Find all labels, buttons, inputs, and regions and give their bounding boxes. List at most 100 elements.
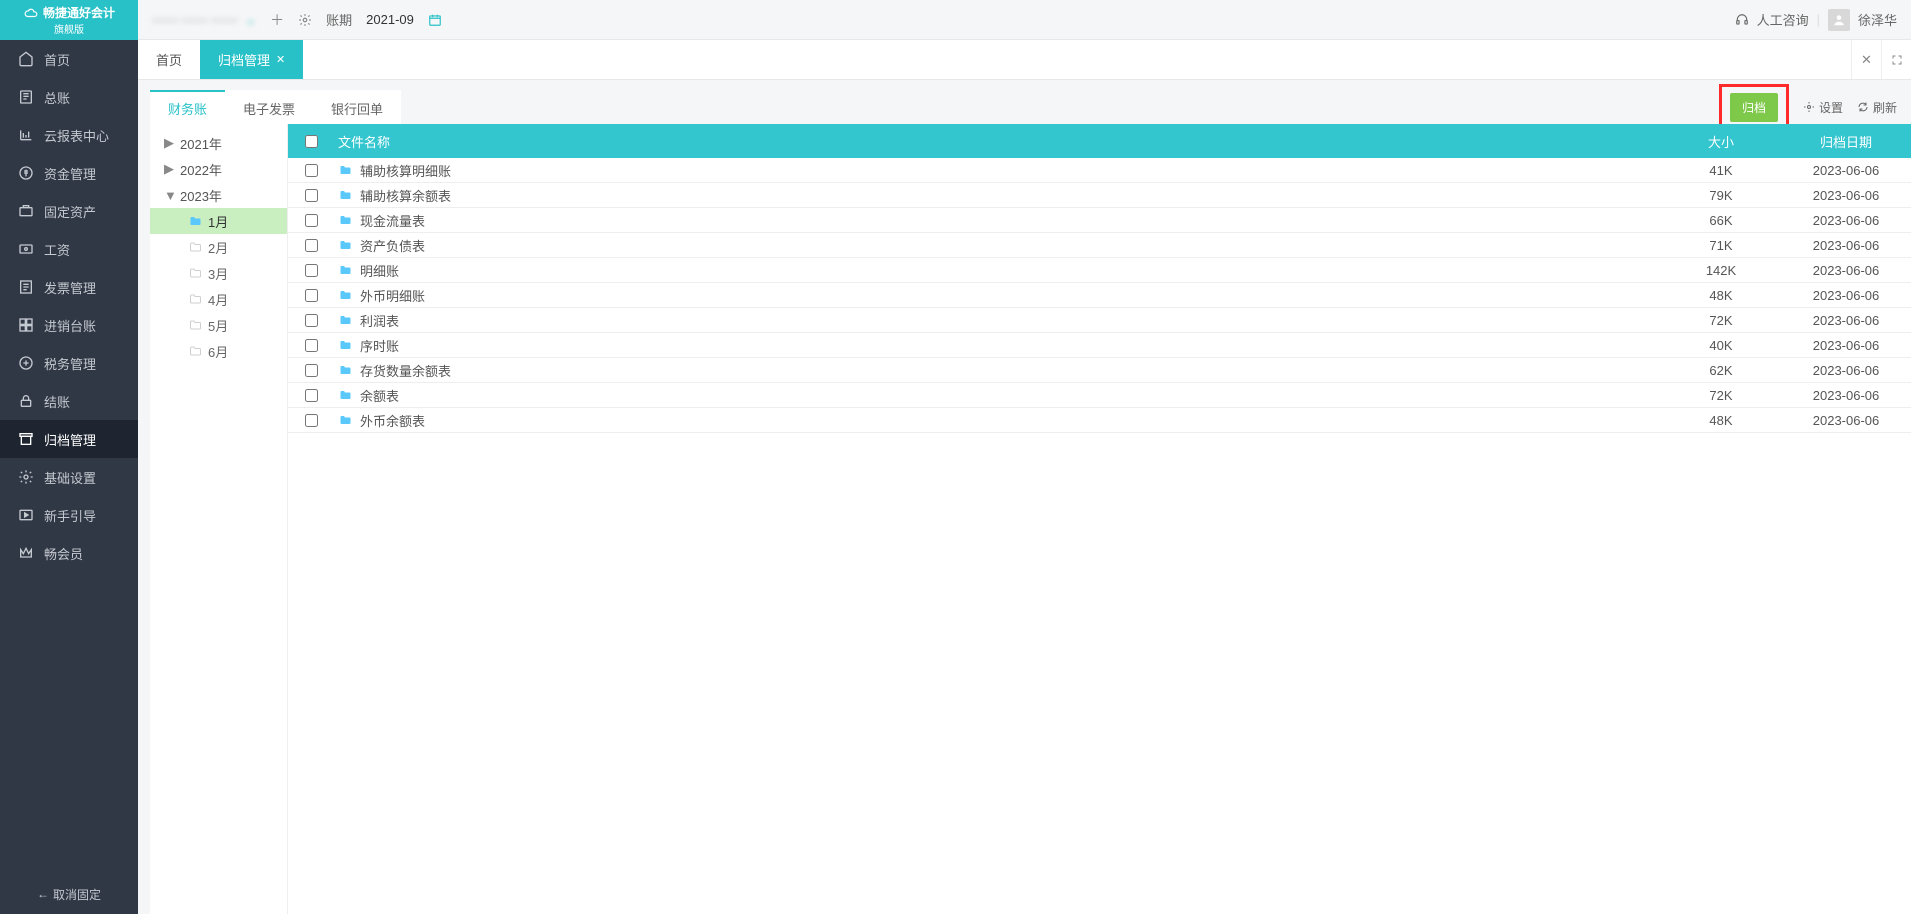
file-date: 2023-06-06 — [1781, 288, 1911, 303]
sidebar-item-inventory[interactable]: 进销台账 — [0, 306, 138, 344]
lock-icon — [18, 393, 34, 409]
file-date: 2023-06-06 — [1781, 313, 1911, 328]
tree-year-label: 2023年 — [180, 186, 222, 205]
file-size: 72K — [1661, 388, 1781, 403]
sidebar-item-ledger[interactable]: 总账 — [0, 78, 138, 116]
sidebar-item-close[interactable]: 结账 — [0, 382, 138, 420]
sidebar-item-label: 归档管理 — [44, 430, 96, 449]
sidebar-item-home[interactable]: 首页 — [0, 40, 138, 78]
tax-icon — [18, 355, 34, 371]
row-checkbox[interactable] — [305, 189, 318, 202]
row-checkbox[interactable] — [305, 414, 318, 427]
sidebar-unpin[interactable]: ← 取消固定 — [0, 874, 138, 914]
tab-archive[interactable]: 归档管理✕ — [200, 40, 303, 79]
avatar[interactable] — [1828, 9, 1850, 31]
tree-month-6[interactable]: 6月 — [150, 338, 287, 364]
username[interactable]: 徐泽华 — [1858, 10, 1897, 29]
refresh-icon — [1857, 101, 1869, 113]
subtab-einvoice[interactable]: 电子发票 — [225, 90, 313, 124]
tree-month-5[interactable]: 5月 — [150, 312, 287, 338]
table-row[interactable]: 辅助核算明细账41K2023-06-06 — [288, 158, 1911, 183]
archive-button[interactable]: 归档 — [1730, 93, 1778, 122]
row-checkbox[interactable] — [305, 289, 318, 302]
org-selector[interactable]: —— —— —— ⌄ — [152, 12, 256, 28]
table-row[interactable]: 存货数量余额表62K2023-06-06 — [288, 358, 1911, 383]
brand-logo[interactable]: 畅捷通好会计 旗舰版 — [0, 0, 138, 40]
file-date: 2023-06-06 — [1781, 188, 1911, 203]
row-checkbox[interactable] — [305, 339, 318, 352]
table-row[interactable]: 明细账142K2023-06-06 — [288, 258, 1911, 283]
home-icon — [18, 51, 34, 67]
close-icon[interactable]: ✕ — [276, 53, 285, 66]
gear-icon[interactable] — [298, 13, 312, 27]
row-checkbox[interactable] — [305, 239, 318, 252]
file-size: 72K — [1661, 313, 1781, 328]
select-all-checkbox[interactable] — [305, 135, 318, 148]
sidebar-item-label: 固定资产 — [44, 202, 96, 221]
sidebar-item-salary[interactable]: 工资 — [0, 230, 138, 268]
table-header: 文件名称 大小 归档日期 — [288, 124, 1911, 158]
sidebar-item-archive[interactable]: 归档管理 — [0, 420, 138, 458]
file-table: 文件名称 大小 归档日期 辅助核算明细账41K2023-06-06辅助核算余额表… — [288, 124, 1911, 914]
table-row[interactable]: 辅助核算余额表79K2023-06-06 — [288, 183, 1911, 208]
file-name: 存货数量余额表 — [360, 361, 451, 380]
sidebar-item-funds[interactable]: 资金管理 — [0, 154, 138, 192]
tree-month-label: 1月 — [208, 212, 228, 231]
period-value[interactable]: 2021-09 — [366, 12, 414, 27]
chevron-down-icon: ⌄ — [245, 12, 256, 28]
play-icon — [18, 507, 34, 523]
refresh-link[interactable]: 刷新 — [1857, 99, 1897, 116]
table-row[interactable]: 资产负债表71K2023-06-06 — [288, 233, 1911, 258]
file-icon — [338, 389, 352, 401]
headset-icon — [1735, 13, 1749, 27]
subtab-finance[interactable]: 财务账 — [150, 90, 225, 124]
row-checkbox[interactable] — [305, 364, 318, 377]
row-checkbox[interactable] — [305, 214, 318, 227]
sidebar-item-reports[interactable]: 云报表中心 — [0, 116, 138, 154]
fullscreen-icon[interactable] — [1881, 40, 1911, 79]
tab-home[interactable]: 首页 — [138, 40, 200, 79]
brand-edition: 旗舰版 — [54, 21, 84, 36]
tree-year-2021[interactable]: ▶2021年 — [150, 130, 287, 156]
table-row[interactable]: 余额表72K2023-06-06 — [288, 383, 1911, 408]
sidebar-item-guide[interactable]: 新手引导 — [0, 496, 138, 534]
row-checkbox[interactable] — [305, 164, 318, 177]
tree-month-3[interactable]: 3月 — [150, 260, 287, 286]
table-row[interactable]: 外币明细账48K2023-06-06 — [288, 283, 1911, 308]
tree-month-1[interactable]: 1月 — [150, 208, 287, 234]
sidebar-item-vip[interactable]: 畅会员 — [0, 534, 138, 572]
row-checkbox[interactable] — [305, 389, 318, 402]
tree-month-4[interactable]: 4月 — [150, 286, 287, 312]
tree-year-2022[interactable]: ▶2022年 — [150, 156, 287, 182]
table-row[interactable]: 外币余额表48K2023-06-06 — [288, 408, 1911, 433]
sidebar-item-tax[interactable]: 税务管理 — [0, 344, 138, 382]
plus-icon[interactable]: ＋ — [270, 10, 284, 30]
table-row[interactable]: 现金流量表66K2023-06-06 — [288, 208, 1911, 233]
sidebar-item-invoice[interactable]: 发票管理 — [0, 268, 138, 306]
consult-link[interactable]: 人工咨询 — [1757, 10, 1809, 29]
tree-year-2023[interactable]: ▼2023年 — [150, 182, 287, 208]
subtab-label: 银行回单 — [331, 99, 383, 118]
file-icon — [338, 289, 352, 301]
subtab-bank[interactable]: 银行回单 — [313, 90, 401, 124]
table-row[interactable]: 序时账40K2023-06-06 — [288, 333, 1911, 358]
arrow-left-icon: ← — [37, 887, 49, 901]
calendar-icon[interactable] — [428, 13, 442, 27]
file-icon — [338, 189, 352, 201]
money-icon — [18, 165, 34, 181]
header-date: 归档日期 — [1781, 132, 1911, 151]
file-icon — [338, 264, 352, 276]
tree-month-2[interactable]: 2月 — [150, 234, 287, 260]
sidebar-item-label: 发票管理 — [44, 278, 96, 297]
row-checkbox[interactable] — [305, 314, 318, 327]
settings-link[interactable]: 设置 — [1803, 99, 1843, 116]
sidebar-item-assets[interactable]: 固定资产 — [0, 192, 138, 230]
sidebar-item-settings[interactable]: 基础设置 — [0, 458, 138, 496]
table-row[interactable]: 利润表72K2023-06-06 — [288, 308, 1911, 333]
sidebar-item-label: 工资 — [44, 240, 70, 259]
row-checkbox[interactable] — [305, 264, 318, 277]
page-tabs: 首页 归档管理✕ ✕ — [138, 40, 1911, 80]
sidebar-item-label: 资金管理 — [44, 164, 96, 183]
settings-label: 设置 — [1819, 99, 1843, 116]
close-all-icon[interactable]: ✕ — [1851, 40, 1881, 79]
